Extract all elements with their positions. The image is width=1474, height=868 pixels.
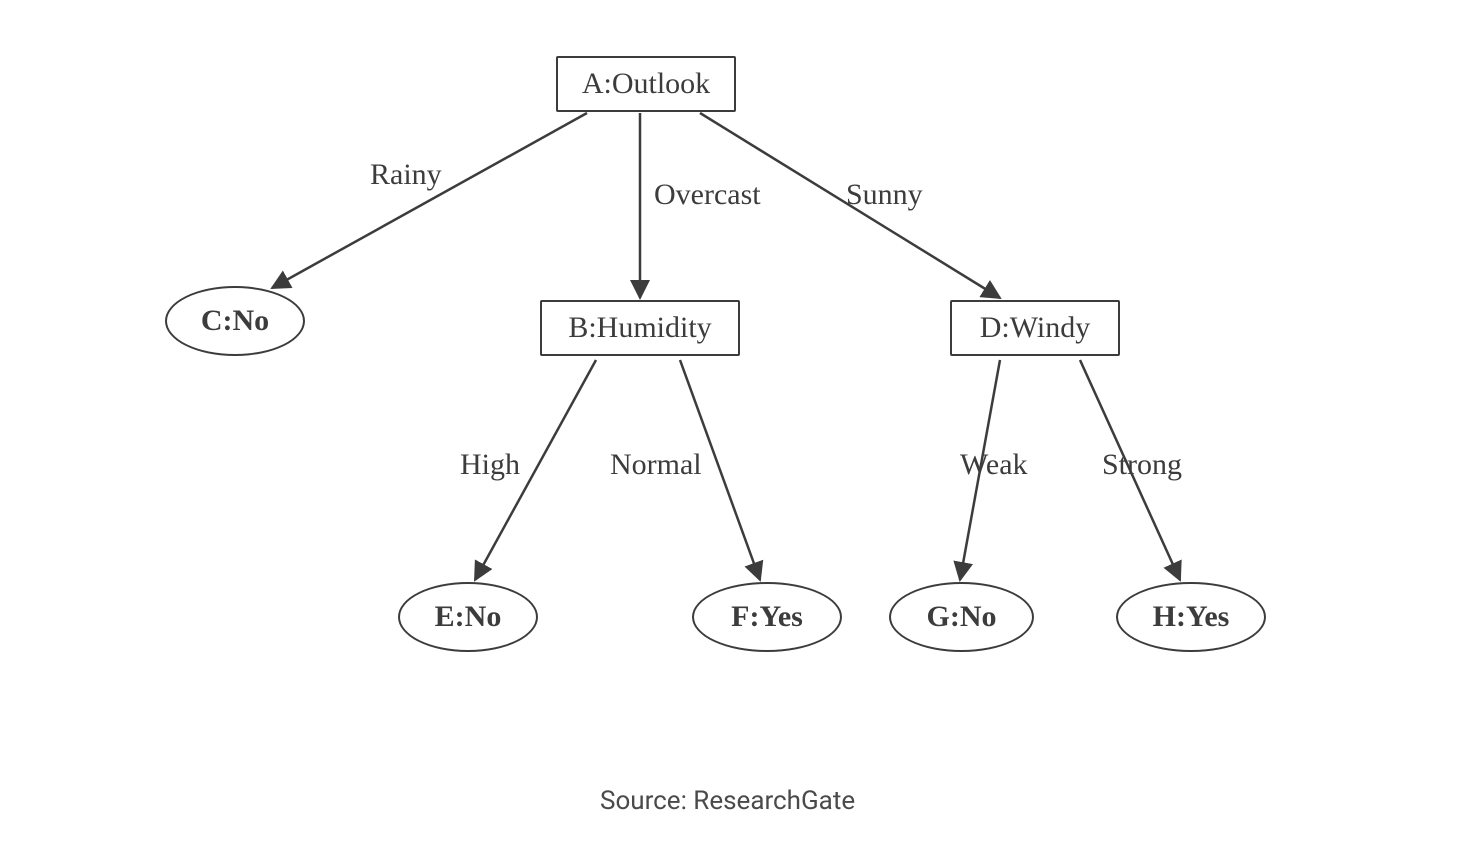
- node-h-label: H:Yes: [1153, 600, 1230, 634]
- edge-label-strong: Strong: [1102, 448, 1182, 482]
- node-d-label: D:Windy: [980, 311, 1090, 345]
- node-c-no: C:No: [165, 286, 305, 356]
- node-g-label: G:No: [927, 600, 997, 634]
- edge-label-rainy: Rainy: [370, 158, 442, 192]
- node-g-no: G:No: [889, 582, 1034, 652]
- edge-a-c: [272, 113, 587, 288]
- decision-tree-diagram: A:Outlook C:No B:Humidity D:Windy E:No F…: [0, 0, 1474, 868]
- node-a-label: A:Outlook: [582, 67, 710, 101]
- node-d-windy: D:Windy: [950, 300, 1120, 356]
- node-b-humidity: B:Humidity: [540, 300, 740, 356]
- node-h-yes: H:Yes: [1116, 582, 1266, 652]
- edge-label-high: High: [460, 448, 520, 482]
- edge-label-normal: Normal: [610, 448, 702, 482]
- edge-label-sunny: Sunny: [846, 178, 923, 212]
- node-f-label: F:Yes: [731, 600, 803, 634]
- node-f-yes: F:Yes: [692, 582, 842, 652]
- node-b-label: B:Humidity: [568, 311, 711, 345]
- node-a-outlook: A:Outlook: [556, 56, 736, 112]
- node-c-label: C:No: [201, 304, 269, 338]
- node-e-no: E:No: [398, 582, 538, 652]
- edge-label-overcast: Overcast: [654, 178, 761, 212]
- node-e-label: E:No: [435, 600, 502, 634]
- edges-layer: [0, 0, 1474, 868]
- edge-label-weak: Weak: [960, 448, 1028, 482]
- caption-source: Source: ResearchGate: [600, 786, 855, 816]
